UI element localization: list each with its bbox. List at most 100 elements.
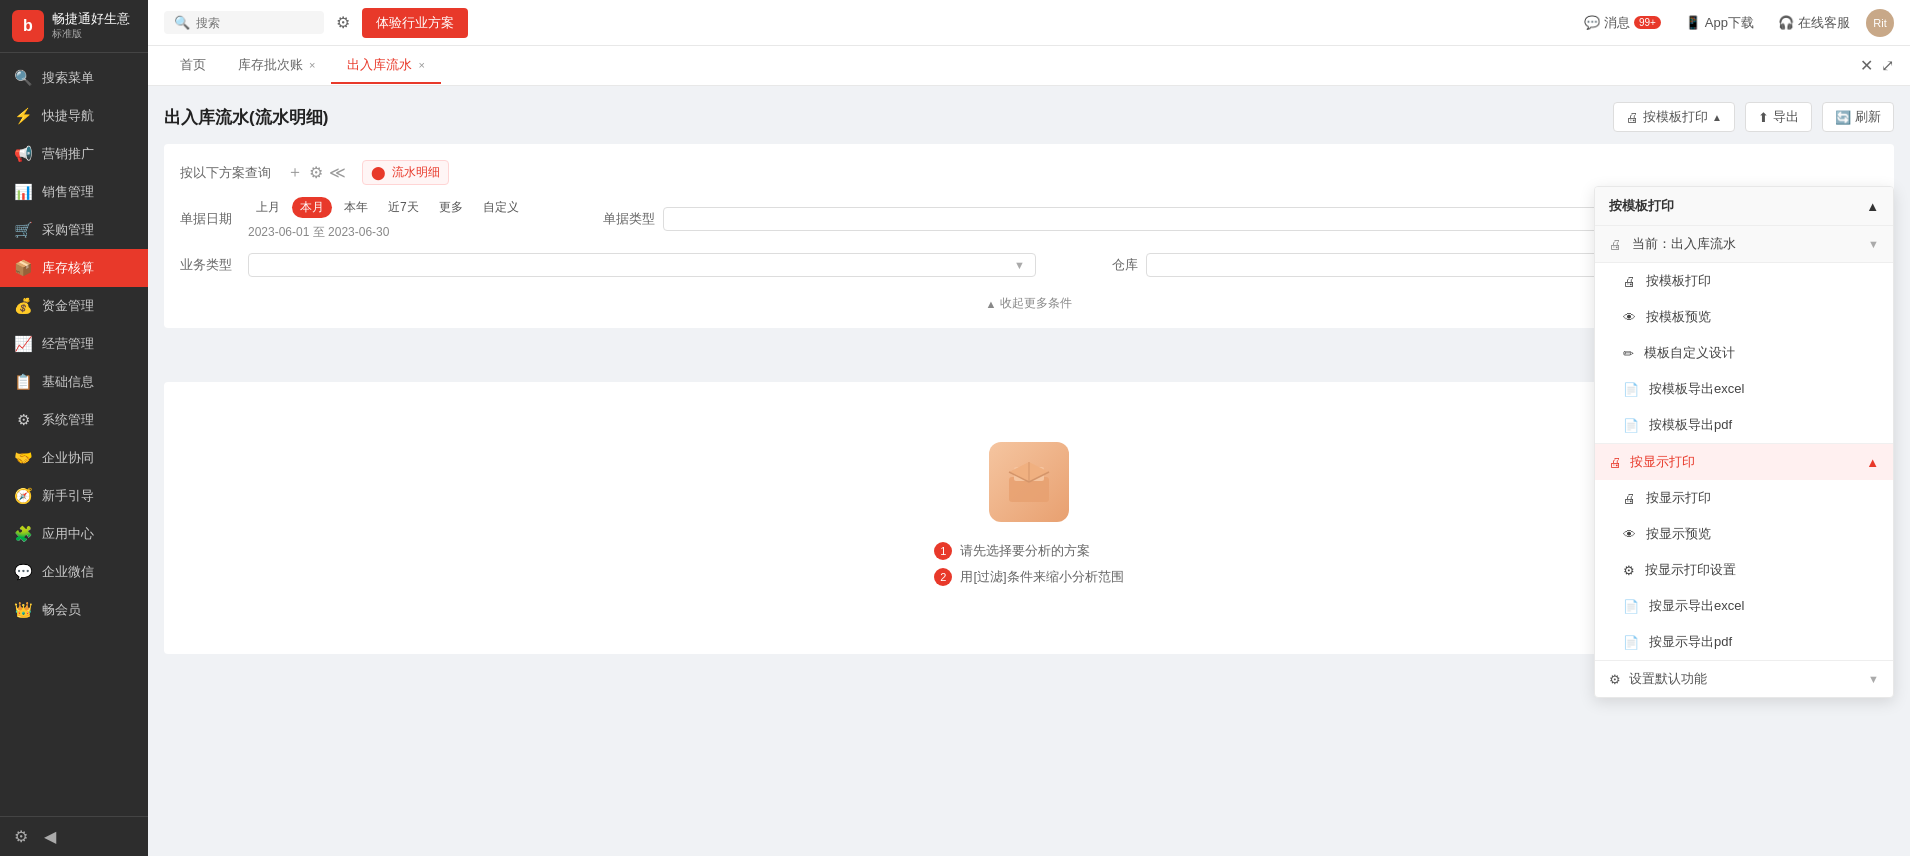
page-title: 出入库流水(流水明细)	[164, 106, 328, 129]
dropdown-current[interactable]: 🖨 当前：出入库流水 ▼	[1595, 226, 1893, 263]
sidebar-item-label: 库存核算	[42, 259, 94, 277]
export-btn[interactable]: ⬆ 导出	[1745, 102, 1812, 132]
print-chevron-up-icon: ▲	[1712, 112, 1722, 123]
step-1-num: 1	[934, 542, 952, 560]
sidebar-item-operation[interactable]: 📈 经营管理	[0, 325, 148, 363]
settings-bottom-icon[interactable]: ⚙	[14, 827, 28, 846]
tabs-bar: 首页 库存批次账 × 出入库流水 × ✕ ⤢	[148, 46, 1910, 86]
date-range-display: 2023-06-01 至 2023-06-30	[248, 224, 527, 241]
display-section-title: 按显示打印	[1630, 453, 1695, 471]
dropdown-item-template-export-excel[interactable]: 📄 按模板导出excel	[1595, 371, 1893, 407]
sidebar-item-purchase[interactable]: 🛒 采购管理	[0, 211, 148, 249]
refresh-btn[interactable]: 🔄 刷新	[1822, 102, 1894, 132]
dropdown-item-template-export-pdf[interactable]: 📄 按模板导出pdf	[1595, 407, 1893, 443]
tab-flow-close[interactable]: ×	[418, 59, 424, 71]
date-tab-more[interactable]: 更多	[431, 197, 471, 218]
dropdown-item-display-print[interactable]: 🖨 按显示打印	[1595, 480, 1893, 516]
tab-batch-account[interactable]: 库存批次账 ×	[222, 48, 331, 84]
add-scheme-icon[interactable]: ＋	[287, 162, 303, 183]
message-btn[interactable]: 💬 消息 99+	[1576, 10, 1669, 36]
sidebar-item-finance[interactable]: 💰 资金管理	[0, 287, 148, 325]
collapse-scheme-icon[interactable]: ≪	[329, 163, 346, 182]
template-custom-label: 模板自定义设计	[1644, 344, 1735, 362]
tab-home[interactable]: 首页	[164, 48, 222, 84]
search-input[interactable]	[196, 16, 314, 30]
sidebar-item-enterprise[interactable]: 🤝 企业协同	[0, 439, 148, 477]
sidebar-item-sales[interactable]: 📊 销售管理	[0, 173, 148, 211]
dropdown-item-template-print[interactable]: 🖨 按模板打印	[1595, 263, 1893, 299]
date-tab-current-year[interactable]: 本年	[336, 197, 376, 218]
sidebar-item-label: 系统管理	[42, 411, 94, 429]
date-tab-last-7-days[interactable]: 近7天	[380, 197, 427, 218]
tab-batch-account-close[interactable]: ×	[309, 59, 315, 71]
settings-scheme-icon[interactable]: ⚙	[309, 163, 323, 182]
dropdown-item-template-custom[interactable]: ✏ 模板自定义设计	[1595, 335, 1893, 371]
empty-steps-list: 1 请先选择要分析的方案 2 用[过滤]条件来缩小分析范围	[934, 542, 1123, 594]
display-section-icon: 🖨	[1609, 455, 1622, 470]
sidebar-item-basic[interactable]: 📋 基础信息	[0, 363, 148, 401]
empty-state-icon	[989, 442, 1069, 522]
trial-btn[interactable]: 体验行业方案	[362, 8, 468, 38]
dropdown-item-display-export-pdf[interactable]: 📄 按显示导出pdf	[1595, 624, 1893, 660]
dropdown-footer[interactable]: ⚙ 设置默认功能 ▼	[1595, 660, 1893, 697]
date-tab-custom[interactable]: 自定义	[475, 197, 527, 218]
biz-type-select[interactable]: ▼	[248, 253, 1036, 277]
inventory-icon: 📦	[14, 259, 32, 277]
topbar-actions: 💬 消息 99+ 📱 App下载 🎧 在线客服 Rit	[1576, 9, 1894, 37]
sidebar-item-quick-nav[interactable]: ⚡ 快捷导航	[0, 97, 148, 135]
display-print-settings-icon: ⚙	[1623, 563, 1635, 578]
dropdown-current-chevron-icon: ▼	[1868, 238, 1879, 250]
dropdown-item-template-preview[interactable]: 👁 按模板预览	[1595, 299, 1893, 335]
sidebar-item-label: 基础信息	[42, 373, 94, 391]
biz-type-chevron-icon: ▼	[1014, 259, 1025, 271]
collapse-sidebar-icon[interactable]: ◀	[44, 827, 56, 846]
online-service-btn[interactable]: 🎧 在线客服	[1770, 10, 1858, 36]
display-export-pdf-icon: 📄	[1623, 635, 1639, 650]
dropdown-item-display-preview[interactable]: 👁 按显示预览	[1595, 516, 1893, 552]
search-box[interactable]: 🔍	[164, 11, 324, 34]
page-content: 出入库流水(流水明细) 🖨 按模板打印 ▲ ⬆ 导出 🔄 刷新	[148, 86, 1910, 856]
sidebar-item-system[interactable]: ⚙ 系统管理	[0, 401, 148, 439]
sidebar-item-member[interactable]: 👑 畅会员	[0, 591, 148, 629]
operation-icon: 📈	[14, 335, 32, 353]
sidebar-item-inventory[interactable]: 📦 库存核算	[0, 249, 148, 287]
close-window-icon[interactable]: ✕	[1860, 56, 1873, 75]
template-print-icon: 🖨	[1623, 274, 1636, 289]
basic-icon: 📋	[14, 373, 32, 391]
current-print-icon: 🖨	[1609, 237, 1622, 252]
expand-window-icon[interactable]: ⤢	[1881, 56, 1894, 75]
dropdown-item-display-print-settings[interactable]: ⚙ 按显示打印设置	[1595, 552, 1893, 588]
gear-icon[interactable]: ⚙	[336, 13, 350, 32]
avatar[interactable]: Rit	[1866, 9, 1894, 37]
sidebar-item-label: 采购管理	[42, 221, 94, 239]
app-download-btn[interactable]: 📱 App下载	[1677, 10, 1762, 36]
print-template-btn[interactable]: 🖨 按模板打印 ▲	[1613, 102, 1735, 132]
sidebar-item-guide[interactable]: 🧭 新手引导	[0, 477, 148, 515]
enterprise-icon: 🤝	[14, 449, 32, 467]
template-custom-icon: ✏	[1623, 346, 1634, 361]
step-2-text: 用[过滤]条件来缩小分析范围	[960, 568, 1123, 586]
tab-batch-account-label: 库存批次账	[238, 56, 303, 74]
user-name: Rit	[1873, 17, 1886, 29]
sidebar-item-wechat[interactable]: 💬 企业微信	[0, 553, 148, 591]
refresh-label: 刷新	[1855, 108, 1881, 126]
sidebar-item-label: 销售管理	[42, 183, 94, 201]
dropdown-footer-label: 设置默认功能	[1629, 670, 1707, 688]
dropdown-current-label: 当前：出入库流水	[1632, 235, 1858, 253]
display-preview-icon: 👁	[1623, 527, 1636, 542]
sidebar-item-search[interactable]: 🔍 搜索菜单	[0, 59, 148, 97]
dropdown-display-header[interactable]: 🖨 按显示打印 ▲	[1595, 444, 1893, 480]
dropdown-item-display-export-excel[interactable]: 📄 按显示导出excel	[1595, 588, 1893, 624]
date-tab-current-month[interactable]: 本月	[292, 197, 332, 218]
guide-icon: 🧭	[14, 487, 32, 505]
app-version: 标准版	[52, 27, 130, 41]
dropdown-chevron-up-icon[interactable]: ▲	[1866, 199, 1879, 214]
export-icon: ⬆	[1758, 110, 1769, 125]
date-tab-last-month[interactable]: 上月	[248, 197, 288, 218]
tab-flow[interactable]: 出入库流水 ×	[331, 48, 440, 84]
filter-tag[interactable]: ⬤ 流水明细	[362, 160, 449, 185]
sidebar-item-app-center[interactable]: 🧩 应用中心	[0, 515, 148, 553]
template-export-pdf-label: 按模板导出pdf	[1649, 416, 1732, 434]
window-btns: ✕ ⤢	[1860, 56, 1894, 75]
sidebar-item-marketing[interactable]: 📢 营销推广	[0, 135, 148, 173]
